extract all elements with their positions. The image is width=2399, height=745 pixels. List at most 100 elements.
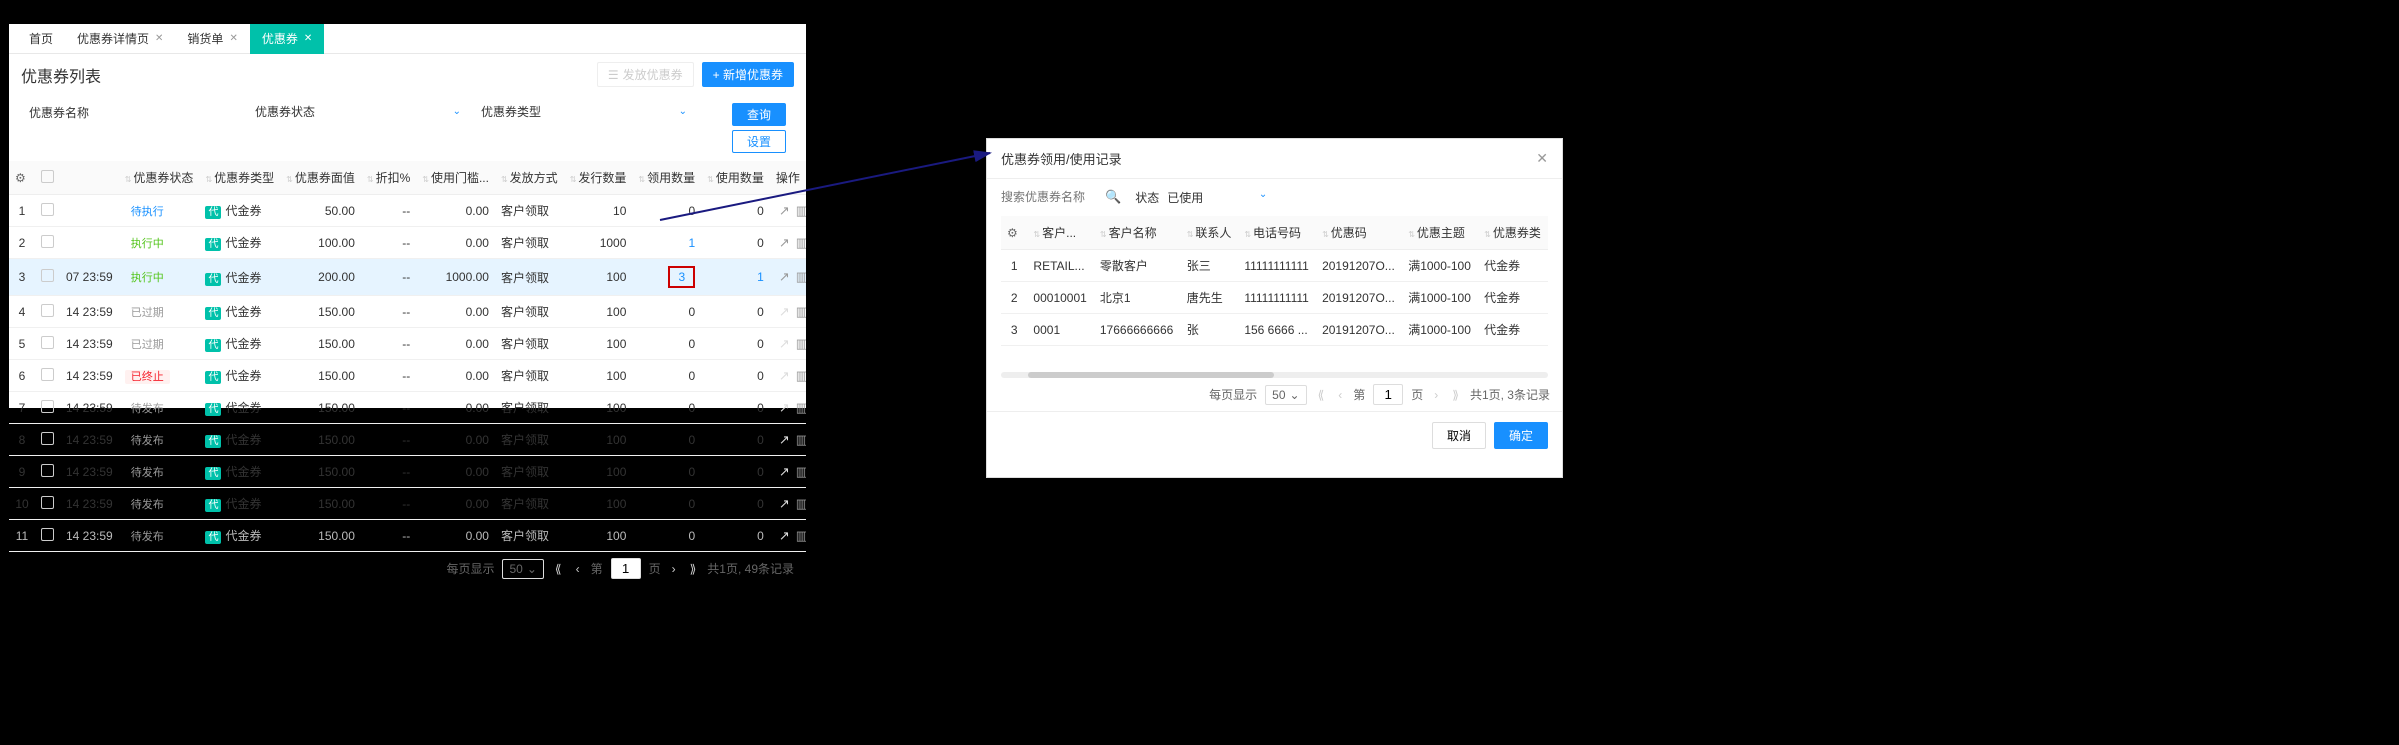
page-input[interactable] <box>1373 384 1403 405</box>
table-row[interactable]: 1 待执行 代代金券 50.00 -- 0.00 客户领取 10 0 0 ↗▥ <box>9 195 806 227</box>
first-page-button[interactable]: ⟪ <box>1315 388 1328 402</box>
first-page-button[interactable]: ⟪ <box>552 562 565 576</box>
modal-status-select[interactable]: 已使用⌄ <box>1167 189 1267 206</box>
coupon-name-input[interactable] <box>95 103 235 122</box>
next-page-button[interactable]: › <box>1431 388 1441 402</box>
table-row[interactable]: 7 14 23:59 待发布 代代金券 150.00 -- 0.00 客户领取 … <box>9 392 806 424</box>
checkbox[interactable] <box>41 368 54 381</box>
last-page-button[interactable]: ⟫ <box>1449 388 1462 402</box>
close-icon[interactable]: ✕ <box>1536 150 1548 167</box>
th-type[interactable]: ⇅优惠券类型 <box>199 161 280 195</box>
qrcode-icon[interactable]: ▥ <box>796 496 806 511</box>
th-distribution[interactable]: ⇅发放方式 <box>495 161 564 195</box>
horizontal-scrollbar[interactable] <box>1001 372 1548 378</box>
tab-sales-order[interactable]: 销货单✕ <box>175 24 249 54</box>
table-row[interactable]: 10 14 23:59 待发布 代代金券 150.00 -- 0.00 客户领取… <box>9 488 806 520</box>
qrcode-icon[interactable]: ▥ <box>796 269 806 284</box>
per-page-select[interactable]: 50 ⌄ <box>1265 385 1306 405</box>
table-row[interactable]: 6 14 23:59 已终止 代代金券 150.00 -- 0.00 客户领取 … <box>9 360 806 392</box>
coupon-type-select[interactable]: ⌄ <box>547 106 687 117</box>
setting-button[interactable]: 设置 <box>732 130 786 153</box>
prev-page-button[interactable]: ‹ <box>1335 388 1345 402</box>
qrcode-icon[interactable]: ▥ <box>796 368 806 383</box>
checkbox[interactable] <box>41 170 54 183</box>
th-threshold[interactable]: ⇅使用门槛... <box>416 161 495 195</box>
th-gear[interactable]: ⚙ <box>9 161 35 195</box>
share-icon[interactable]: ↗ <box>779 203 790 218</box>
checkbox[interactable] <box>41 336 54 349</box>
checkbox[interactable] <box>41 432 54 445</box>
qrcode-icon[interactable]: ▥ <box>796 235 806 250</box>
table-row[interactable]: 4 14 23:59 已过期 代代金券 150.00 -- 0.00 客户领取 … <box>9 296 806 328</box>
th-discount[interactable]: ⇅折扣% <box>361 161 416 195</box>
page-input[interactable] <box>611 558 641 579</box>
qrcode-icon[interactable]: ▥ <box>796 528 806 543</box>
row-index: 10 <box>9 488 35 520</box>
use-count-link[interactable]: 1 <box>757 270 764 284</box>
receive-count-link[interactable]: 1 <box>688 236 695 250</box>
qrcode-icon[interactable]: ▥ <box>796 336 806 351</box>
tab-coupon-detail[interactable]: 优惠券详情页✕ <box>65 24 175 54</box>
search-button[interactable]: 查询 <box>732 103 786 126</box>
confirm-button[interactable]: 确定 <box>1494 422 1548 449</box>
distribute-coupon-button[interactable]: ☰ 发放优惠券 <box>597 62 694 87</box>
table-row[interactable]: 11 14 23:59 待发布 代代金券 150.00 -- 0.00 客户领取… <box>9 520 806 552</box>
share-icon[interactable]: ↗ <box>779 235 790 250</box>
th-issue[interactable]: ⇅发行数量 <box>564 161 633 195</box>
close-icon[interactable]: ✕ <box>304 33 312 44</box>
checkbox[interactable] <box>41 203 54 216</box>
receive-count-highlighted[interactable]: 3 <box>668 266 695 288</box>
table-row[interactable]: 5 14 23:59 已过期 代代金券 150.00 -- 0.00 客户领取 … <box>9 328 806 360</box>
close-icon[interactable]: ✕ <box>229 33 237 44</box>
last-page-button[interactable]: ⟫ <box>687 562 700 576</box>
th-face[interactable]: ⇅优惠券面值 <box>280 161 361 195</box>
table-row[interactable]: 1 RETAIL... 零散客户 张三 11111111111 20191207… <box>1001 250 1548 282</box>
table-row[interactable]: 2 执行中 代代金券 100.00 -- 0.00 客户领取 1000 1 0 … <box>9 227 806 259</box>
th-receive[interactable]: ⇅领用数量 <box>632 161 701 195</box>
prev-page-button[interactable]: ‹ <box>573 562 583 576</box>
table-row[interactable]: 2 00010001 北京1 唐先生 11111111111 20191207O… <box>1001 282 1548 314</box>
th-subject[interactable]: ⇅优惠主题 <box>1402 216 1478 250</box>
qrcode-icon[interactable]: ▥ <box>796 464 806 479</box>
tab-coupon[interactable]: 优惠券✕ <box>250 24 324 54</box>
table-row[interactable]: 9 14 23:59 待发布 代代金券 150.00 -- 0.00 客户领取 … <box>9 456 806 488</box>
cancel-button[interactable]: 取消 <box>1432 422 1486 449</box>
next-page-button[interactable]: › <box>669 562 679 576</box>
checkbox[interactable] <box>41 235 54 248</box>
th-phone[interactable]: ⇅电话号码 <box>1238 216 1316 250</box>
row-type: 代代金券 <box>199 328 280 360</box>
table-row[interactable]: 3 0001 17666666666 张 156 6666 ... 201912… <box>1001 314 1548 346</box>
qrcode-icon[interactable]: ▥ <box>796 432 806 447</box>
th-code[interactable]: ⇅优惠码 <box>1316 216 1402 250</box>
coupon-status-select[interactable]: ⌄ <box>321 106 461 117</box>
th-custname[interactable]: ⇅客户名称 <box>1094 216 1181 250</box>
tab-home[interactable]: 首页 <box>17 24 65 54</box>
row-discount: -- <box>361 259 416 296</box>
th-gear[interactable]: ⚙ <box>1001 216 1027 250</box>
qrcode-icon[interactable]: ▥ <box>796 400 806 415</box>
th-custno[interactable]: ⇅客户... <box>1027 216 1093 250</box>
th-checkbox[interactable] <box>35 161 60 195</box>
qrcode-icon[interactable]: ▥ <box>796 304 806 319</box>
per-page-select[interactable]: 50 ⌄ <box>502 559 543 579</box>
share-icon[interactable]: ↗ <box>779 269 790 284</box>
table-row[interactable]: 8 14 23:59 待发布 代代金券 150.00 -- 0.00 客户领取 … <box>9 424 806 456</box>
search-icon[interactable]: 🔍 <box>1105 189 1121 205</box>
checkbox[interactable] <box>41 269 54 282</box>
checkbox[interactable] <box>41 304 54 317</box>
modal-search-input[interactable] <box>1001 190 1101 204</box>
th-use[interactable]: ⇅使用数量 <box>701 161 770 195</box>
checkbox[interactable] <box>41 400 54 413</box>
th-contact[interactable]: ⇅联系人 <box>1181 216 1239 250</box>
checkbox[interactable] <box>41 528 54 541</box>
qrcode-icon[interactable]: ▥ <box>796 203 806 218</box>
row-type: 代代金券 <box>199 227 280 259</box>
table-row[interactable]: 3 07 23:59 执行中 代代金券 200.00 -- 1000.00 客户… <box>9 259 806 296</box>
modal-pagination: 每页显示 50 ⌄ ⟪ ‹ 第 页 › ⟫ 共1页, 3条记录 <box>987 378 1562 411</box>
checkbox[interactable] <box>41 496 54 509</box>
th-status[interactable]: ⇅优惠券状态 <box>119 161 200 195</box>
close-icon[interactable]: ✕ <box>155 33 163 44</box>
checkbox[interactable] <box>41 464 54 477</box>
add-coupon-button[interactable]: + 新增优惠券 <box>702 62 794 87</box>
th-ctype[interactable]: ⇅优惠券类 <box>1478 216 1548 250</box>
